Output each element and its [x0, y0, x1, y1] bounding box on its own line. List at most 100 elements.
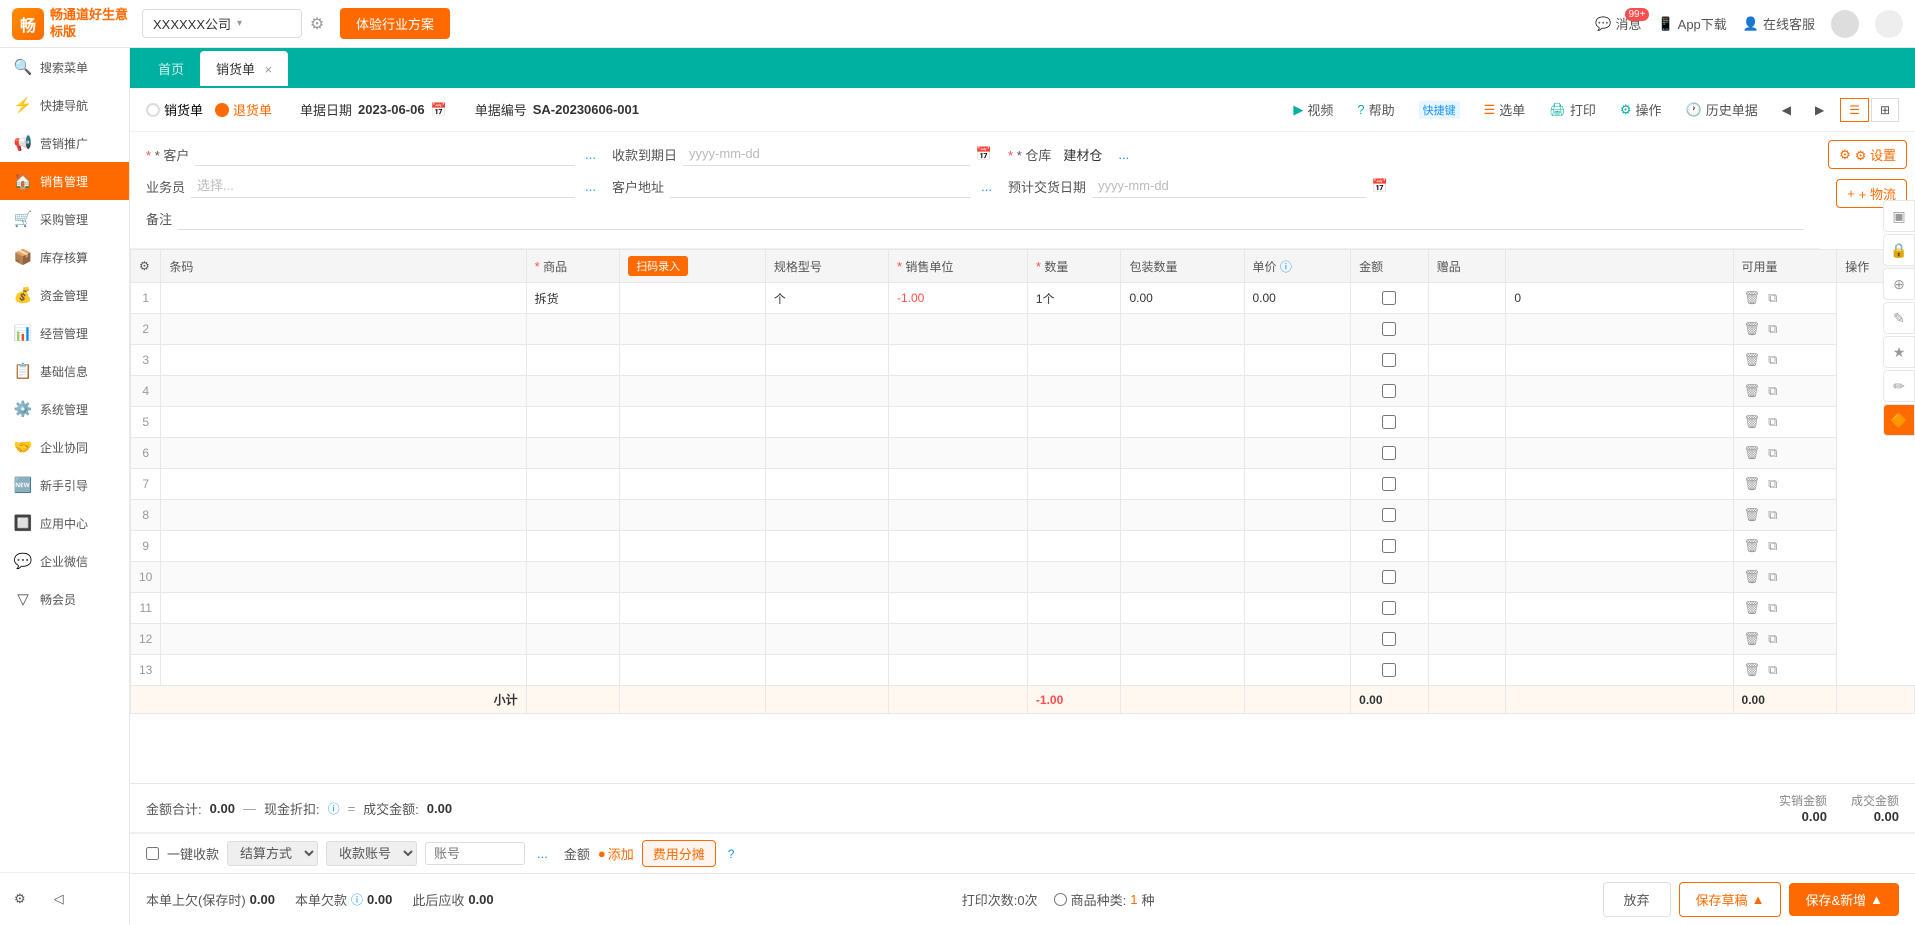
row-copy-btn[interactable]: ⧉	[1766, 660, 1779, 680]
row-product[interactable]	[526, 655, 620, 686]
row-copy-btn[interactable]: ⧉	[1766, 381, 1779, 401]
select-btn[interactable]: ☰ 选单	[1476, 96, 1534, 123]
float-orange-btn[interactable]: 🔶	[1883, 404, 1915, 436]
product-type-radio[interactable]	[1054, 893, 1067, 906]
row-pkg-qty[interactable]: 1个	[1027, 283, 1121, 314]
row-barcode[interactable]	[161, 283, 526, 314]
row-spec[interactable]	[620, 376, 766, 407]
gift-checkbox[interactable]	[1382, 539, 1396, 553]
row-product[interactable]: 拆货	[526, 283, 620, 314]
gift-checkbox[interactable]	[1382, 508, 1396, 522]
company-selector[interactable]: XXXXXX公司 ▾	[142, 9, 302, 38]
gift-checkbox[interactable]	[1382, 291, 1396, 305]
row-amount[interactable]	[1244, 500, 1351, 531]
calendar-icon-payment[interactable]: 📅	[976, 146, 992, 162]
gift-checkbox[interactable]	[1382, 663, 1396, 677]
row-copy-btn[interactable]: ⧉	[1766, 350, 1779, 370]
row-quantity[interactable]	[888, 407, 1027, 438]
row-pkg-qty[interactable]	[1027, 500, 1121, 531]
settings-button[interactable]: ⚙ ⚙ 设置	[1828, 140, 1907, 169]
row-quantity[interactable]	[888, 562, 1027, 593]
row-delete-btn[interactable]: 🗑	[1742, 598, 1763, 618]
settings-gear-button[interactable]: ⚙	[302, 9, 332, 39]
grid-view-btn[interactable]: ⊞	[1871, 98, 1899, 122]
row-pkg-qty[interactable]	[1027, 624, 1121, 655]
row-barcode[interactable]	[161, 562, 526, 593]
row-spec[interactable]	[620, 407, 766, 438]
customer-input[interactable]	[195, 142, 575, 166]
row-copy-btn[interactable]: ⧉	[1766, 629, 1779, 649]
total-owe-info-icon[interactable]: ⓘ	[351, 891, 363, 908]
one-click-checkbox[interactable]	[146, 847, 159, 860]
row-copy-btn[interactable]: ⧉	[1766, 319, 1779, 339]
row-unit-price[interactable]	[1121, 407, 1244, 438]
row-pkg-qty[interactable]	[1027, 469, 1121, 500]
row-delete-btn[interactable]: 🗑	[1742, 412, 1763, 432]
row-product[interactable]	[526, 407, 620, 438]
row-product[interactable]	[526, 531, 620, 562]
scan-btn[interactable]: 扫码录入	[628, 256, 688, 276]
sidebar-item-search[interactable]: 🔍 搜索菜单	[0, 48, 129, 86]
row-delete-btn[interactable]: 🗑	[1742, 319, 1763, 339]
row-barcode[interactable]	[161, 655, 526, 686]
tab-sales-order[interactable]: 销货单 ×	[200, 51, 288, 86]
row-delete-btn[interactable]: 🗑	[1742, 505, 1763, 525]
account-number-input[interactable]	[425, 842, 525, 865]
row-quantity[interactable]	[888, 624, 1027, 655]
row-barcode[interactable]	[161, 531, 526, 562]
add-payment-btn[interactable]: ● 添加	[598, 844, 634, 863]
row-pkg-qty[interactable]	[1027, 376, 1121, 407]
video-btn[interactable]: ▶ 视频	[1285, 96, 1341, 123]
row-amount[interactable]: 0.00	[1244, 283, 1351, 314]
gift-checkbox[interactable]	[1382, 322, 1396, 336]
row-unit-price[interactable]	[1121, 469, 1244, 500]
row-unit-price[interactable]	[1121, 438, 1244, 469]
row-pkg-qty[interactable]	[1027, 655, 1121, 686]
calendar-icon[interactable]: 📅	[431, 102, 447, 118]
row-delete-btn[interactable]: 🗑	[1742, 567, 1763, 587]
sidebar-item-enterprise[interactable]: 🤝 企业协同	[0, 428, 129, 466]
history-btn[interactable]: 🕐 历史单据	[1678, 96, 1766, 123]
tab-close-icon[interactable]: ×	[265, 62, 273, 77]
row-spec[interactable]	[620, 624, 766, 655]
sidebar-settings-button[interactable]: ⚙ ◁	[0, 883, 129, 915]
row-copy-btn[interactable]: ⧉	[1766, 505, 1779, 525]
row-amount[interactable]	[1244, 593, 1351, 624]
barcode-input[interactable]	[169, 663, 517, 678]
float-pencil-btn[interactable]: ✏	[1883, 370, 1915, 402]
float-lock-btn[interactable]: 🔒	[1883, 234, 1915, 266]
row-amount[interactable]	[1244, 345, 1351, 376]
sidebar-item-purchase[interactable]: 🛒 采购管理	[0, 200, 129, 238]
row-spec[interactable]	[620, 655, 766, 686]
shortcut-btn[interactable]: 快捷键	[1411, 97, 1468, 123]
row-quantity[interactable]	[888, 438, 1027, 469]
unit-price-info-icon[interactable]: ⓘ	[1280, 260, 1292, 274]
barcode-input[interactable]	[169, 384, 517, 399]
row-barcode[interactable]	[161, 314, 526, 345]
row-unit[interactable]	[765, 469, 888, 500]
row-spec[interactable]	[620, 283, 766, 314]
row-unit-price[interactable]	[1121, 531, 1244, 562]
row-spec[interactable]	[620, 531, 766, 562]
sidebar-item-app-center[interactable]: 🔲 应用中心	[0, 504, 129, 542]
row-unit-price[interactable]	[1121, 500, 1244, 531]
save-draft-btn[interactable]: 保存草稿 ▲	[1679, 882, 1782, 917]
barcode-input[interactable]	[169, 322, 517, 337]
row-amount[interactable]	[1244, 469, 1351, 500]
row-product[interactable]	[526, 624, 620, 655]
row-pkg-qty[interactable]	[1027, 438, 1121, 469]
row-pkg-qty[interactable]	[1027, 314, 1121, 345]
sidebar-item-system[interactable]: ⚙️ 系统管理	[0, 390, 129, 428]
row-barcode[interactable]	[161, 438, 526, 469]
row-delete-btn[interactable]: 🗑	[1742, 288, 1763, 308]
gift-checkbox[interactable]	[1382, 477, 1396, 491]
row-barcode[interactable]	[161, 593, 526, 624]
row-unit[interactable]	[765, 407, 888, 438]
row-delete-btn[interactable]: 🗑	[1742, 350, 1763, 370]
row-spec[interactable]	[620, 469, 766, 500]
barcode-input[interactable]	[169, 570, 517, 585]
row-quantity[interactable]	[888, 314, 1027, 345]
float-plus-btn[interactable]: ⊕	[1883, 268, 1915, 300]
account-select[interactable]: 收款账号	[326, 841, 417, 866]
cost-info-icon[interactable]: ?	[728, 847, 735, 861]
